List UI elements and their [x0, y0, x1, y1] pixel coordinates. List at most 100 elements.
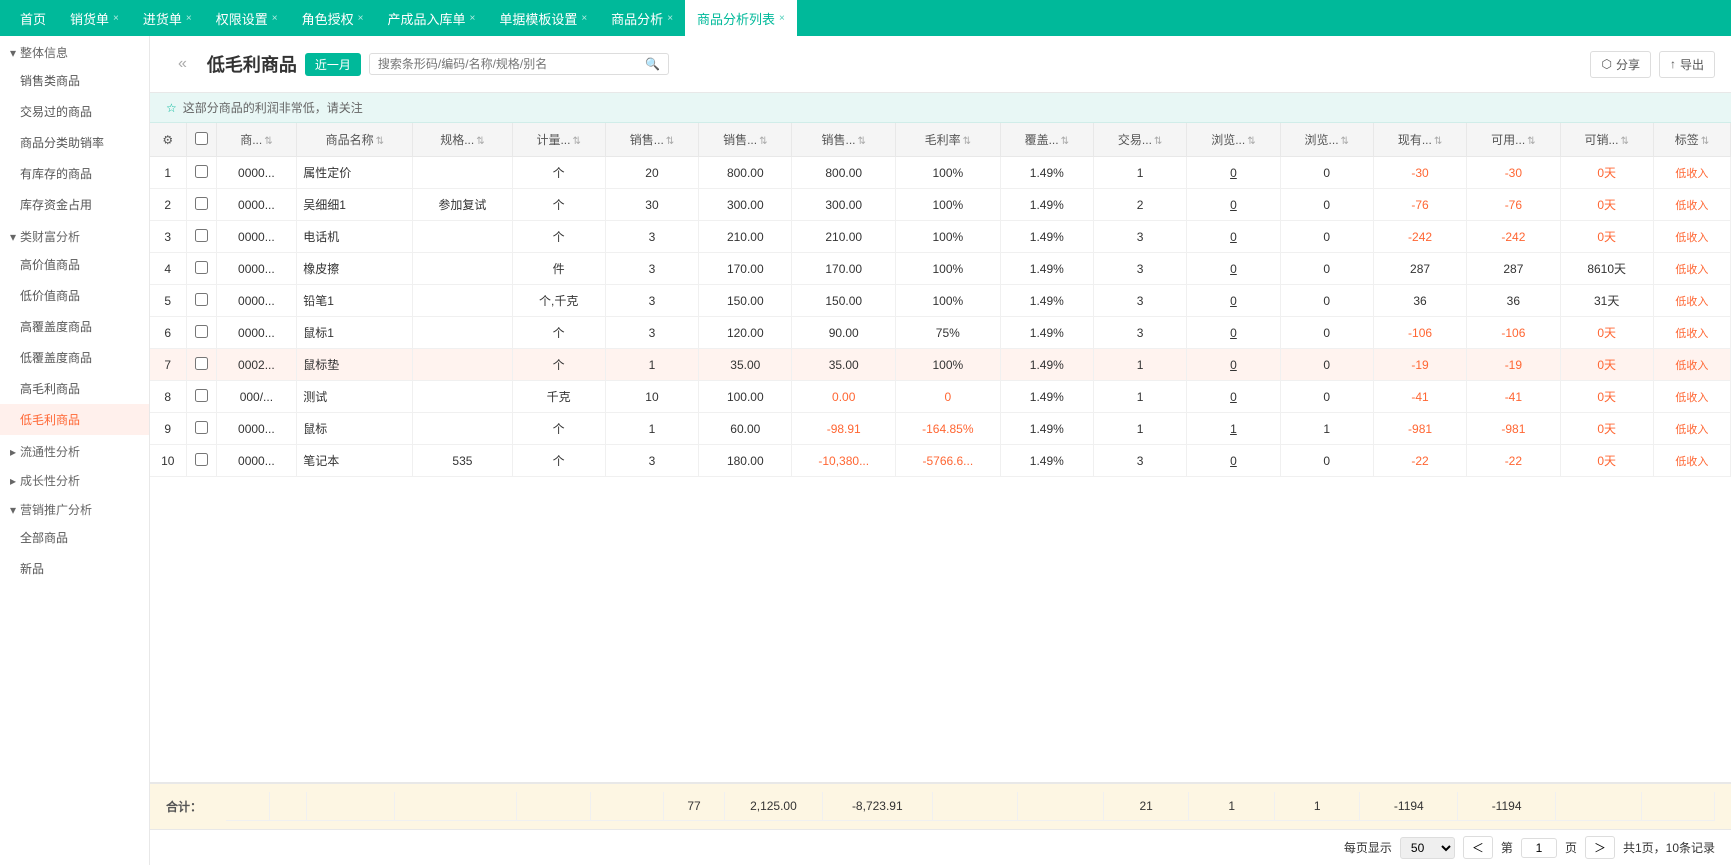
col-browse2[interactable]: 浏览...⇅ [1280, 123, 1373, 157]
cell-name[interactable]: 测试 [297, 381, 413, 413]
cell-no: 1 [150, 157, 186, 189]
cell-browse1[interactable]: 0 [1187, 189, 1280, 221]
sidebar-item-sales-goods[interactable]: 销售类商品 [0, 65, 149, 96]
close-icon[interactable]: × [113, 13, 119, 24]
close-icon[interactable]: × [469, 13, 475, 24]
cell-checkbox[interactable] [186, 157, 216, 189]
cell-checkbox[interactable] [186, 253, 216, 285]
col-coverage[interactable]: 覆盖...⇅ [1000, 123, 1093, 157]
next-page-button[interactable]: ＞ [1585, 836, 1615, 859]
sidebar-item-low-margin[interactable]: 低毛利商品 [0, 404, 149, 435]
col-name[interactable]: 商品名称⇅ [297, 123, 413, 157]
nav-permissions[interactable]: 权限设置 × [204, 0, 290, 36]
cell-name[interactable]: 吴细细1 [297, 189, 413, 221]
close-icon[interactable]: × [272, 13, 278, 24]
cell-browse1[interactable]: 0 [1187, 445, 1280, 477]
sidebar-group-wealth[interactable]: ▾ 类财富分析 [0, 220, 149, 249]
select-all-checkbox[interactable] [195, 132, 208, 145]
cell-checkbox[interactable] [186, 381, 216, 413]
page-size-select[interactable]: 50 100 200 [1400, 837, 1455, 859]
close-icon[interactable]: × [186, 13, 192, 24]
sidebar-item-stocked-goods[interactable]: 有库存的商品 [0, 158, 149, 189]
cell-browse1[interactable]: 0 [1187, 349, 1280, 381]
cell-name[interactable]: 鼠标1 [297, 317, 413, 349]
search-input[interactable] [378, 57, 645, 71]
total-sales-qty: 77 [663, 792, 724, 821]
cell-checkbox[interactable] [186, 317, 216, 349]
sidebar-item-category-rate[interactable]: 商品分类助销率 [0, 127, 149, 158]
col-sales-qty[interactable]: 销售...⇅ [605, 123, 698, 157]
col-trans-count[interactable]: 交易...⇅ [1093, 123, 1186, 157]
col-browse1[interactable]: 浏览...⇅ [1187, 123, 1280, 157]
sidebar-item-low-coverage[interactable]: 低覆盖度商品 [0, 342, 149, 373]
sidebar-item-stock-capital[interactable]: 库存资金占用 [0, 189, 149, 220]
cell-name[interactable]: 属性定价 [297, 157, 413, 189]
cell-name[interactable]: 鼠标垫 [297, 349, 413, 381]
cell-checkbox[interactable] [186, 413, 216, 445]
col-spec[interactable]: 规格...⇅ [413, 123, 512, 157]
prev-page-button[interactable]: ＜ [1463, 836, 1493, 859]
date-filter-button[interactable]: 近一月 [305, 53, 361, 76]
col-sales-profit[interactable]: 销售...⇅ [792, 123, 896, 157]
cell-tag: 低收入 [1653, 221, 1730, 253]
col-gross-margin[interactable]: 毛利率⇅ [896, 123, 1001, 157]
sidebar-group-marketing[interactable]: ▾ 营销推广分析 [0, 493, 149, 522]
cell-browse1[interactable]: 0 [1187, 285, 1280, 317]
cell-gross-margin: 75% [896, 317, 1001, 349]
sidebar-item-high-value[interactable]: 高价值商品 [0, 249, 149, 280]
cell-name[interactable]: 铅笔1 [297, 285, 413, 317]
cell-current-stock: -22 [1373, 445, 1466, 477]
nav-template-settings[interactable]: 单据模板设置 × [487, 0, 599, 36]
cell-checkbox[interactable] [186, 285, 216, 317]
cell-browse1[interactable]: 0 [1187, 317, 1280, 349]
col-current-stock[interactable]: 现有...⇅ [1373, 123, 1466, 157]
nav-sales-order[interactable]: 销货单 × [58, 0, 131, 36]
cell-checkbox[interactable] [186, 349, 216, 381]
sidebar-item-low-value[interactable]: 低价值商品 [0, 280, 149, 311]
sidebar-item-all-goods[interactable]: 全部商品 [0, 522, 149, 553]
cell-name[interactable]: 鼠标 [297, 413, 413, 445]
col-code[interactable]: 商...⇅ [216, 123, 297, 157]
col-settings[interactable]: ⚙ [150, 123, 186, 157]
close-icon[interactable]: × [779, 13, 785, 24]
cell-name[interactable]: 笔记本 [297, 445, 413, 477]
col-checkbox[interactable] [186, 123, 216, 157]
nav-product-entry[interactable]: 产成品入库单 × [375, 0, 487, 36]
export-button[interactable]: ↑ 导出 [1659, 51, 1715, 78]
col-sellable[interactable]: 可销...⇅ [1560, 123, 1653, 157]
cell-browse1[interactable]: 0 [1187, 381, 1280, 413]
close-icon[interactable]: × [581, 13, 587, 24]
cell-name[interactable]: 橡皮擦 [297, 253, 413, 285]
col-unit[interactable]: 计量...⇅ [512, 123, 605, 157]
close-icon[interactable]: × [667, 13, 673, 24]
page-number-input[interactable] [1521, 838, 1557, 858]
nav-role-auth[interactable]: 角色授权 × [290, 0, 376, 36]
cell-browse1[interactable]: 0 [1187, 157, 1280, 189]
nav-product-analysis[interactable]: 商品分析 × [599, 0, 685, 36]
share-button[interactable]: ⬡ 分享 [1590, 51, 1651, 78]
sidebar-item-traded-goods[interactable]: 交易过的商品 [0, 96, 149, 127]
cell-checkbox[interactable] [186, 221, 216, 253]
nav-product-analysis-list[interactable]: 商品分析列表 × [685, 0, 797, 36]
cell-browse1[interactable]: 0 [1187, 253, 1280, 285]
cell-checkbox[interactable] [186, 445, 216, 477]
col-tag[interactable]: 标签⇅ [1653, 123, 1730, 157]
sidebar-group-overview[interactable]: ▾ 整体信息 [0, 36, 149, 65]
sidebar-item-high-coverage[interactable]: 高覆盖度商品 [0, 311, 149, 342]
sidebar-group-growth[interactable]: ▸ 成长性分析 [0, 464, 149, 493]
cell-name[interactable]: 电话机 [297, 221, 413, 253]
col-available[interactable]: 可用...⇅ [1467, 123, 1560, 157]
nav-purchase-order[interactable]: 进货单 × [131, 0, 204, 36]
sidebar-item-new-goods[interactable]: 新品 [0, 553, 149, 584]
sidebar-item-high-margin[interactable]: 高毛利商品 [0, 373, 149, 404]
sidebar-collapse-button[interactable]: « [166, 46, 199, 82]
close-icon[interactable]: × [358, 13, 364, 24]
sidebar-group-circulation[interactable]: ▸ 流通性分析 [0, 435, 149, 464]
search-icon[interactable]: 🔍 [645, 57, 660, 71]
col-sales-price[interactable]: 销售...⇅ [699, 123, 792, 157]
cell-checkbox[interactable] [186, 189, 216, 221]
cell-browse1[interactable]: 1 [1187, 413, 1280, 445]
cell-browse1[interactable]: 0 [1187, 221, 1280, 253]
nav-home[interactable]: 首页 [8, 0, 58, 36]
cell-available: -30 [1467, 157, 1560, 189]
